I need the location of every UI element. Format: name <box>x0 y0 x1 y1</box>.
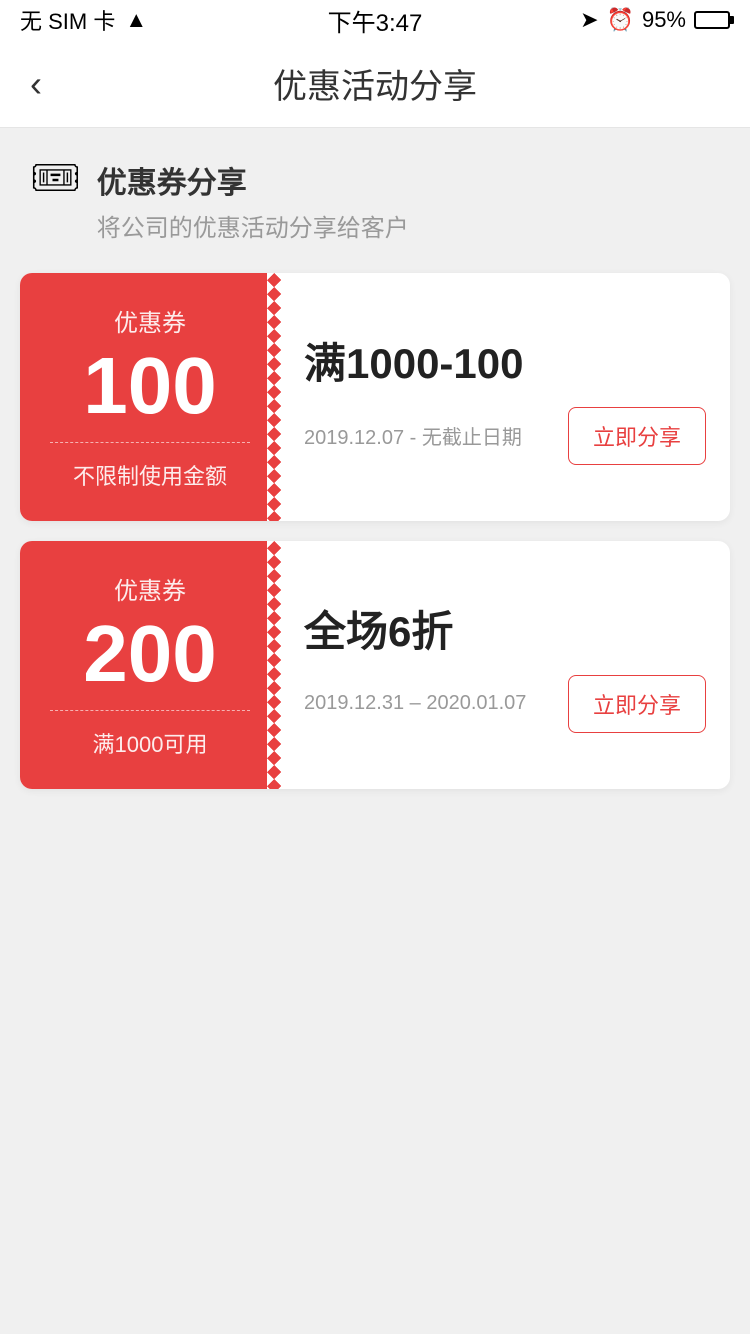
coupon-right-0: 满1000-100 2019.12.07 - 无截止日期 立即分享 <box>280 273 730 521</box>
battery-icon <box>694 11 730 29</box>
coupon-card-1: 优惠券 200 满1000可用 全场6折 2019.12.31 – 2020.0… <box>20 541 730 789</box>
coupon-amount-1: 200 <box>83 614 216 694</box>
coupon-divider-1 <box>50 710 250 711</box>
coupon-amount-0: 100 <box>83 346 216 426</box>
section-header: 🎟 优惠券分享 将公司的优惠活动分享给客户 <box>0 128 750 263</box>
share-button-1[interactable]: 立即分享 <box>568 675 706 733</box>
coupon-list: 优惠券 100 不限制使用金额 满1000-100 2019.12.07 - 无… <box>0 263 750 799</box>
back-button[interactable]: ‹ <box>30 63 42 105</box>
page-title: 优惠活动分享 <box>273 59 477 108</box>
coupon-bottom-0: 2019.12.07 - 无截止日期 立即分享 <box>304 407 706 465</box>
carrier-label: 无 SIM 卡 <box>20 4 115 36</box>
coupon-label-1: 优惠券 <box>114 571 186 606</box>
coupon-bottom-1: 2019.12.31 – 2020.01.07 立即分享 <box>304 675 706 733</box>
coupon-date-1: 2019.12.31 – 2020.01.07 <box>304 692 568 715</box>
section-text: 优惠券分享 将公司的优惠活动分享给客户 <box>97 158 409 243</box>
coupon-condition-0: 不限制使用金额 <box>73 459 227 491</box>
nav-bar: ‹ 优惠活动分享 <box>0 40 750 128</box>
status-right: ➤ ⏰ 95% <box>580 7 730 33</box>
coupon-date-0: 2019.12.07 - 无截止日期 <box>304 421 568 450</box>
share-button-0[interactable]: 立即分享 <box>568 407 706 465</box>
coupon-share-icon: 🎟 <box>30 158 81 198</box>
coupon-name-1: 全场6折 <box>304 598 706 659</box>
section-title: 优惠券分享 <box>97 158 409 202</box>
status-bar: 无 SIM 卡 ▲ 下午3:47 ➤ ⏰ 95% <box>0 0 750 40</box>
battery-percent: 95% <box>642 7 686 33</box>
status-left: 无 SIM 卡 ▲ <box>20 4 147 36</box>
alarm-icon: ⏰ <box>607 7 634 33</box>
status-time: 下午3:47 <box>328 3 423 38</box>
coupon-left-1: 优惠券 200 满1000可用 <box>20 541 280 789</box>
coupon-label-0: 优惠券 <box>114 303 186 338</box>
coupon-condition-1: 满1000可用 <box>93 727 208 759</box>
location-icon: ➤ <box>580 7 598 33</box>
coupon-right-1: 全场6折 2019.12.31 – 2020.01.07 立即分享 <box>280 541 730 789</box>
wifi-icon: ▲ <box>125 7 147 33</box>
coupon-left-0: 优惠券 100 不限制使用金额 <box>20 273 280 521</box>
coupon-name-0: 满1000-100 <box>304 330 706 391</box>
coupon-divider-0 <box>50 442 250 443</box>
coupon-card-0: 优惠券 100 不限制使用金额 满1000-100 2019.12.07 - 无… <box>20 273 730 521</box>
section-subtitle: 将公司的优惠活动分享给客户 <box>97 208 409 243</box>
empty-space <box>0 799 750 1299</box>
